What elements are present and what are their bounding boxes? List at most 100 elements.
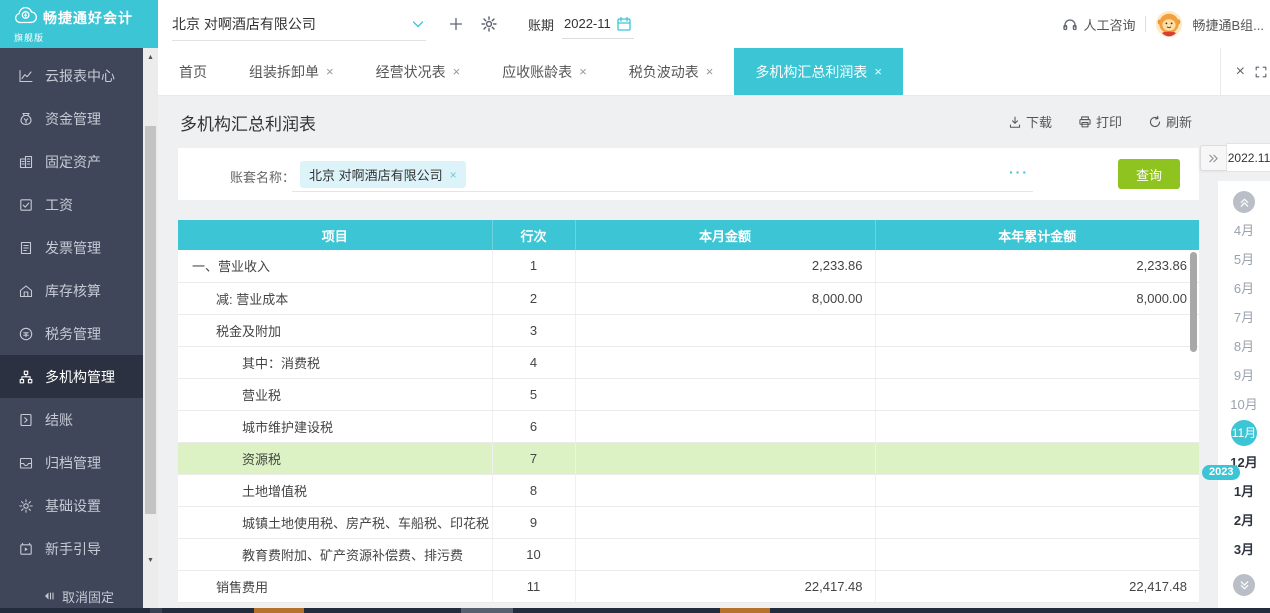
account-set-input[interactable]: 北京 对啊酒店有限公司 × ··· [292,156,1033,192]
table-row[interactable]: 营业税 5 [178,378,1199,411]
sidebar-item-funds-management[interactable]: 资金管理 [0,97,143,140]
table-row[interactable]: 销售费用 11 22,417.48 22,417.48 [178,570,1199,603]
month-8月[interactable]: 8月 [1218,331,1270,360]
month-11月[interactable]: 11月 [1218,418,1270,447]
user-name[interactable]: 畅捷通B组... [1192,15,1264,34]
sidebar-scrollbar-thumb[interactable] [145,126,156,514]
sidebar-item-beginner-guide[interactable]: 新手引导 [0,527,143,570]
table-row[interactable]: 一、营业收入 1 2,233.86 2,233.86 [178,250,1199,283]
sidebar-item-label: 归档管理 [45,454,101,471]
line-number-cell: 4 [492,346,576,379]
taskbar-segment [720,608,770,613]
tab-label: 经营状况表 [375,63,446,80]
tab-1[interactable]: 组装拆卸单 × [228,48,355,95]
query-button[interactable]: 查询 [1118,159,1180,189]
month-list: 4月 5月 6月 7月 8月 9月 10月 11月 12月 1月 2月 3月 [1218,215,1270,563]
headset-icon [1062,16,1078,32]
main-content: 多机构汇总利润表 下载 打印 刷新 账套名称： 北京 对啊酒店有限公司 × ··… [158,96,1270,608]
table-row[interactable]: 土地增值税 8 [178,474,1199,507]
table-row[interactable]: 减: 营业成本 2 8,000.00 8,000.00 [178,282,1199,315]
month-4月[interactable]: 4月 [1218,215,1270,244]
fullscreen-icon[interactable] [1254,65,1268,79]
tab-close-icon[interactable]: × [453,64,461,79]
sidebar-item-cloud-report-center[interactable]: 云报表中心 [0,54,143,97]
line-number-cell: 2 [492,282,576,315]
sidebar-item-archive-management[interactable]: 归档管理 [0,441,143,484]
tab-2[interactable]: 经营状况表 × [355,48,482,95]
cloud-logo-icon [14,6,38,30]
current-period-chip[interactable]: 2022.11 [1226,143,1270,172]
sidebar-item-multi-org-management[interactable]: 多机构管理 [0,355,143,398]
ytd-amount-cell [875,378,1199,411]
taskbar-segment [150,608,162,613]
tab-close-icon[interactable]: × [326,64,334,79]
month-amount-cell: 22,417.48 [575,570,876,603]
table-scrollbar-thumb[interactable] [1190,252,1197,352]
item-cell: 营业税 [178,378,493,411]
table-row[interactable]: 资源税 7 [178,442,1199,475]
month-7月[interactable]: 7月 [1218,302,1270,331]
month-1月[interactable]: 1月 [1218,476,1270,505]
more-options-icon[interactable]: ··· [1009,164,1029,180]
months-scroll-up-icon[interactable] [1233,191,1255,213]
month-9月[interactable]: 9月 [1218,360,1270,389]
sidebar-item-closing[interactable]: 结账 [0,398,143,441]
month-6月[interactable]: 6月 [1218,273,1270,302]
month-amount-cell [575,314,876,347]
table-row[interactable]: 城市维护建设税 6 [178,410,1199,443]
scroll-down-arrow-icon[interactable]: ▼ [143,557,158,564]
company-name: 北京 对啊酒店有限公司 [172,15,316,32]
sidebar-item-invoice-management[interactable]: 发票管理 [0,226,143,269]
period-picker[interactable]: 2022-11 [562,10,634,39]
tab-label: 税负波动表 [628,63,699,80]
sidebar-scrollbar[interactable]: ▲ ▼ [143,48,158,608]
ytd-amount-cell [875,474,1199,507]
sidebar-item-label: 税务管理 [45,325,101,342]
avatar[interactable] [1156,11,1183,37]
scroll-up-arrow-icon[interactable]: ▲ [143,54,158,61]
sidebar-item-fixed-assets[interactable]: 固定资产 [0,140,143,183]
support-button[interactable]: 人工咨询 [1062,15,1135,34]
gear-icon[interactable] [480,15,498,33]
table-row[interactable]: 教育费附加、矿产资源补偿费、排污费 10 [178,538,1199,571]
app-logo: 畅捷通好会计 旗舰版 [0,0,158,48]
month-5月[interactable]: 5月 [1218,244,1270,273]
print-button[interactable]: 打印 [1078,112,1122,131]
collapse-panel-button[interactable] [1200,145,1226,171]
tab-label: 应收账龄表 [502,63,573,80]
line-number-cell: 6 [492,410,576,443]
line-number-cell: 3 [492,314,576,347]
month-10月[interactable]: 10月 [1218,389,1270,418]
archive-icon [18,455,34,471]
tab-close-icon[interactable]: × [874,64,882,79]
table-row[interactable]: 其中：消费税 4 [178,346,1199,379]
item-cell: 资源税 [178,442,493,475]
download-button[interactable]: 下载 [1008,112,1052,131]
refresh-button[interactable]: 刷新 [1148,112,1192,131]
tag-close-icon[interactable]: × [450,168,457,182]
account-set-tag: 北京 对啊酒店有限公司 × [300,161,466,188]
company-select[interactable]: 北京 对啊酒店有限公司 [172,7,426,41]
sidebar-item-tax-management[interactable]: 税务管理 [0,312,143,355]
tab-4[interactable]: 税负波动表 × [608,48,735,95]
tab-close-icon[interactable]: × [579,64,587,79]
tab-0[interactable]: 首页 [158,48,228,95]
item-cell: 教育费附加、矿产资源补偿费、排污费 [178,538,493,571]
month-3月[interactable]: 3月 [1218,534,1270,563]
tab-3[interactable]: 应收账龄表 × [481,48,608,95]
close-all-tabs-icon[interactable]: × [1236,63,1245,81]
tab-strip: 首页 组装拆卸单 × 经营状况表 × 应收账龄表 × 税负波动表 × 多机构汇总利润表 × × [158,48,1270,96]
table-row[interactable]: 城镇土地使用税、房产税、车船税、印花税 9 [178,506,1199,539]
refresh-icon [1148,115,1162,129]
tab-5[interactable]: 多机构汇总利润表 × [734,48,903,95]
sidebar-item-inventory-accounting[interactable]: 库存核算 [0,269,143,312]
months-scroll-down-icon[interactable] [1233,574,1255,596]
tab-close-icon[interactable]: × [706,64,714,79]
table-row[interactable]: 税金及附加 3 [178,314,1199,347]
filter-panel: 账套名称： 北京 对啊酒店有限公司 × ··· 查询 [178,148,1199,200]
sidebar-item-basic-settings[interactable]: 基础设置 [0,484,143,527]
month-2月[interactable]: 2月 [1218,505,1270,534]
sidebar-item-salary[interactable]: 工资 [0,183,143,226]
add-account-button[interactable] [448,16,464,32]
ytd-amount-cell [875,314,1199,347]
